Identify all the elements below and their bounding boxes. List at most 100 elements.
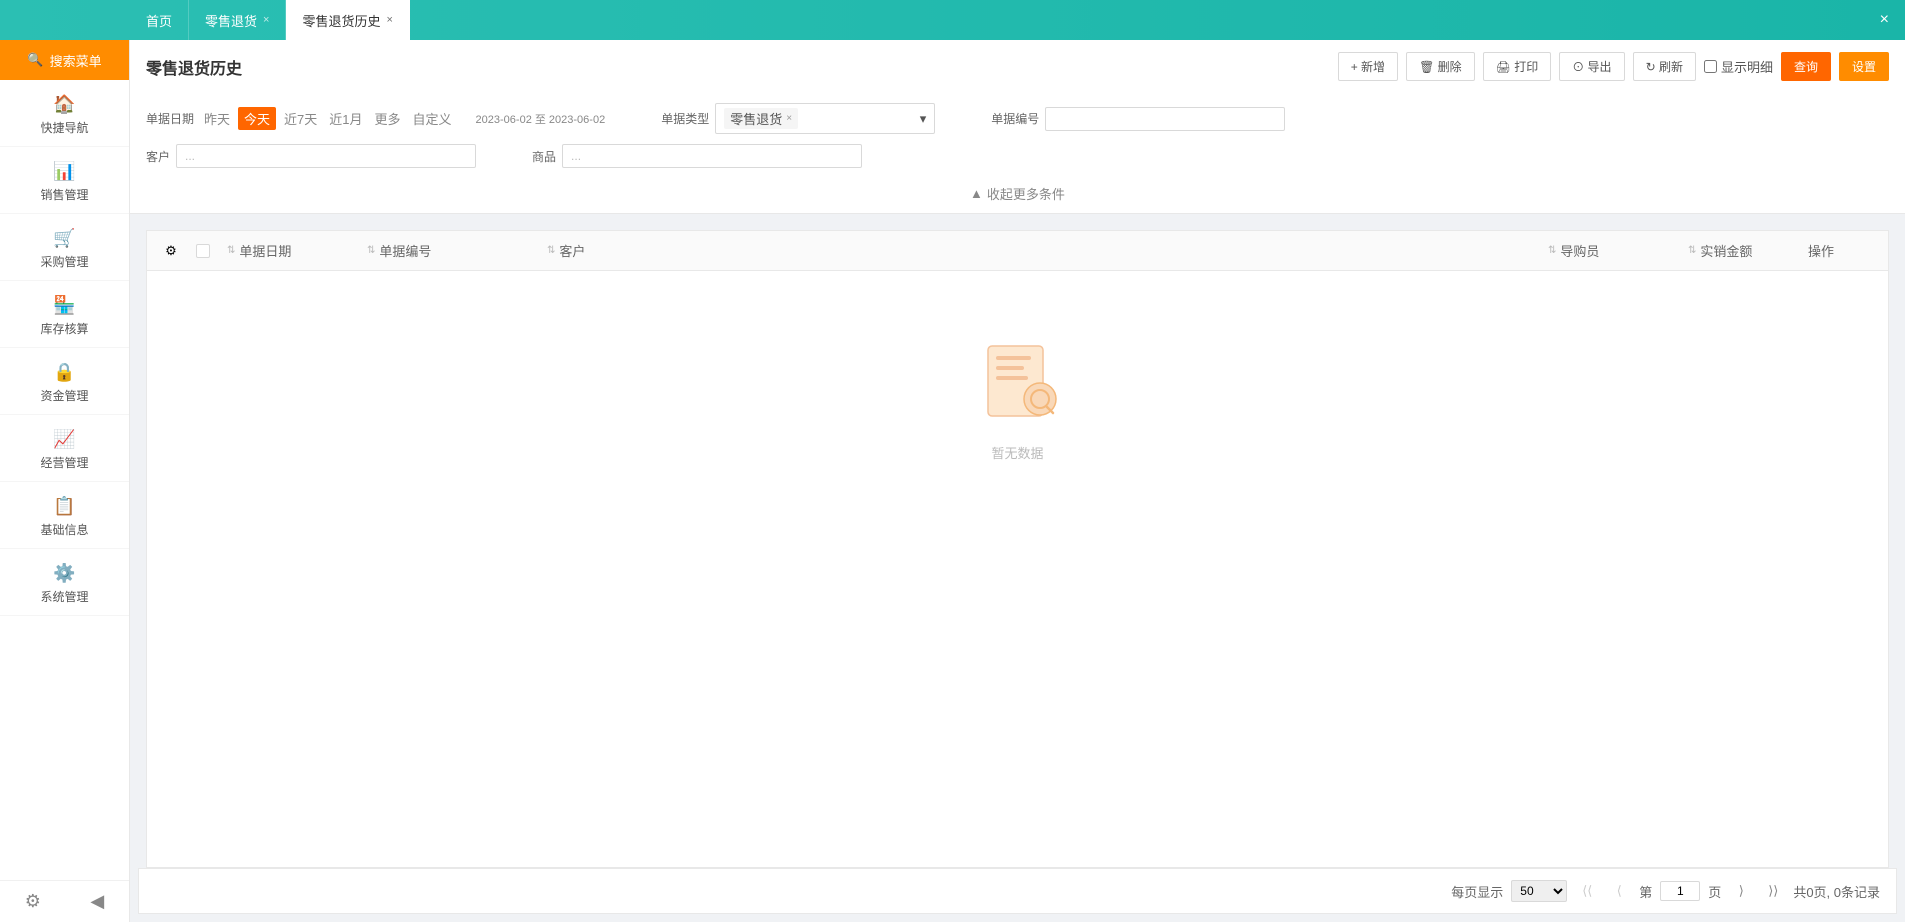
sidebar-item-quick-nav[interactable]: 🏠 快捷导航 — [0, 80, 129, 147]
first-page-button[interactable]: ⟨⟨ — [1575, 879, 1599, 903]
th-amount: ⇅ 实销金额 — [1680, 241, 1800, 260]
refresh-button[interactable]: ↻ 刷新 — [1633, 52, 1696, 81]
home-icon: 🏠 — [53, 94, 75, 115]
content-area: 零售退货历史 + 新增 🗑 删除 🖨 打印 ⊙ 导出 ↻ 刷新 显示明细 查询 … — [130, 40, 1905, 922]
sidebar-item-basic-info[interactable]: 📋 基础信息 — [0, 482, 129, 549]
tab-home[interactable]: 首页 — [130, 0, 189, 40]
system-icon: ⚙️ — [53, 563, 75, 584]
voucher-type-filter: 单据类型 零售退货 × ▾ — [661, 103, 935, 134]
next-page-button[interactable]: ⟩ — [1729, 879, 1753, 903]
sidebar-item-system[interactable]: ⚙️ 系统管理 — [0, 549, 129, 616]
total-records: 共0页, 0条记录 — [1793, 882, 1880, 901]
date-option-last7[interactable]: 近7天 — [280, 107, 321, 130]
date-filter-label: 单据日期 — [146, 110, 194, 127]
select-all-checkbox[interactable] — [196, 244, 210, 258]
close-tab-retail-return-history[interactable]: × — [386, 14, 392, 26]
settings-bottom-icon[interactable]: ⚙ — [25, 891, 41, 912]
export-button[interactable]: ⊙ 导出 — [1559, 52, 1624, 81]
sidebar-item-operation[interactable]: 📈 经营管理 — [0, 415, 129, 482]
pagination-footer: 每页显示 50 10 20 100 ⟨⟨ ⟨ 第 页 ⟩ ⟩⟩ 共0页, 0条记… — [138, 868, 1897, 914]
table-settings-icon[interactable]: ⚙ — [165, 243, 177, 259]
goods-label: 商品 — [532, 148, 556, 165]
empty-text: 暂无数据 — [991, 443, 1043, 462]
settings-button[interactable]: 设置 — [1839, 52, 1889, 81]
sales-icon: 📊 — [53, 161, 75, 182]
page-suffix: 页 — [1708, 882, 1721, 901]
th-customer: ⇅ 客户 — [539, 241, 1540, 260]
date-range-display: 2023-06-02 至 2023-06-02 — [476, 111, 606, 127]
sort-icon-guide[interactable]: ⇅ — [1548, 245, 1556, 256]
sort-icon-voucher[interactable]: ⇅ — [367, 245, 375, 256]
chevron-down-icon: ▾ — [920, 111, 927, 127]
per-page-label: 每页显示 — [1451, 882, 1503, 901]
sidebar: 🔍 搜索菜单 🏠 快捷导航 📊 销售管理 🛒 采购管理 🏪 库存核算 🔒 资金管… — [0, 40, 130, 922]
date-option-more[interactable]: 更多 — [371, 107, 405, 130]
date-option-today[interactable]: 今天 — [238, 107, 276, 130]
page-label: 第 — [1639, 882, 1652, 901]
page-number-input[interactable] — [1660, 881, 1700, 901]
empty-state: 暂无数据 — [147, 271, 1888, 522]
show-detail-checkbox-label[interactable]: 显示明细 — [1704, 57, 1773, 76]
collapse-sidebar-icon[interactable]: ◀ — [90, 891, 104, 912]
tab-retail-return[interactable]: 零售退货 × — [189, 0, 286, 40]
th-date: ⇅ 单据日期 — [219, 241, 359, 260]
new-button[interactable]: + 新增 — [1338, 52, 1398, 81]
close-all-tabs[interactable]: × — [1880, 11, 1889, 29]
th-settings[interactable]: ⚙ — [155, 243, 187, 259]
voucher-type-tag-close[interactable]: × — [786, 113, 792, 124]
operation-icon: 📈 — [53, 429, 75, 450]
print-button[interactable]: 🖨 打印 — [1483, 52, 1552, 81]
date-options: 昨天 今天 近7天 近1月 更多 自定义 — [200, 107, 456, 130]
query-button[interactable]: 查询 — [1781, 52, 1831, 81]
voucher-no-label: 单据编号 — [991, 110, 1039, 127]
date-option-yesterday[interactable]: 昨天 — [200, 107, 234, 130]
sort-icon-amount[interactable]: ⇅ — [1688, 245, 1696, 256]
table-header: ⚙ ⇅ 单据日期 ⇅ 单据编号 ⇅ 客户 — [147, 231, 1888, 271]
toolbar: + 新增 🗑 删除 🖨 打印 ⊙ 导出 ↻ 刷新 显示明细 查询 设置 — [1338, 52, 1889, 81]
customer-select[interactable]: ... — [176, 144, 476, 168]
collapse-row: ▲ 收起更多条件 — [146, 178, 1889, 213]
collapse-icon: ▲ — [970, 186, 983, 201]
inventory-icon: 🏪 — [53, 295, 75, 316]
date-option-custom[interactable]: 自定义 — [409, 107, 456, 130]
per-page-select[interactable]: 50 10 20 100 — [1511, 880, 1567, 902]
basic-info-icon: 📋 — [53, 496, 75, 517]
tab-retail-return-history[interactable]: 零售退货历史 × — [286, 0, 409, 40]
filter-area: 单据日期 昨天 今天 近7天 近1月 更多 自定义 2023-06-02 至 2… — [146, 93, 1889, 213]
voucher-type-tag: 零售退货 × — [724, 108, 798, 129]
goods-select[interactable]: ... — [562, 144, 862, 168]
sort-icon-customer[interactable]: ⇅ — [547, 245, 555, 256]
collapse-button[interactable]: ▲ 收起更多条件 — [970, 184, 1065, 203]
voucher-type-select[interactable]: 零售退货 × ▾ — [715, 103, 935, 134]
main-layout: 🔍 搜索菜单 🏠 快捷导航 📊 销售管理 🛒 采购管理 🏪 库存核算 🔒 资金管… — [0, 40, 1905, 922]
customer-label: 客户 — [146, 148, 170, 165]
th-action: 操作 — [1800, 241, 1880, 260]
sidebar-item-inventory[interactable]: 🏪 库存核算 — [0, 281, 129, 348]
date-filter: 单据日期 昨天 今天 近7天 近1月 更多 自定义 — [146, 107, 456, 130]
page-title: 零售退货历史 — [146, 55, 242, 79]
empty-state-icon — [968, 331, 1068, 431]
last-page-button[interactable]: ⟩⟩ — [1761, 879, 1785, 903]
sort-icon-date[interactable]: ⇅ — [227, 245, 235, 256]
date-option-last-month[interactable]: 近1月 — [325, 107, 366, 130]
top-bar: 首页 零售退货 × 零售退货历史 × × — [0, 0, 1905, 40]
voucher-type-label: 单据类型 — [661, 110, 709, 127]
page-header: 零售退货历史 + 新增 🗑 删除 🖨 打印 ⊙ 导出 ↻ 刷新 显示明细 查询 … — [130, 40, 1905, 214]
sidebar-item-finance[interactable]: 🔒 资金管理 — [0, 348, 129, 415]
purchase-icon: 🛒 — [53, 228, 75, 249]
th-checkbox[interactable] — [187, 244, 219, 258]
sidebar-item-sales-mgmt[interactable]: 📊 销售管理 — [0, 147, 129, 214]
sidebar-search[interactable]: 🔍 搜索菜单 — [0, 40, 129, 80]
search-icon: 🔍 — [27, 52, 43, 68]
close-tab-retail-return[interactable]: × — [263, 14, 269, 26]
goods-filter: 商品 ... — [532, 144, 862, 168]
voucher-no-input[interactable] — [1045, 107, 1285, 131]
sidebar-item-purchase-mgmt[interactable]: 🛒 采购管理 — [0, 214, 129, 281]
delete-button[interactable]: 🗑 删除 — [1406, 52, 1475, 81]
table-container: ⚙ ⇅ 单据日期 ⇅ 单据编号 ⇅ 客户 — [146, 230, 1889, 868]
prev-page-button[interactable]: ⟨ — [1607, 879, 1631, 903]
voucher-no-filter: 单据编号 — [991, 107, 1285, 131]
show-detail-checkbox[interactable] — [1704, 60, 1717, 73]
customer-filter: 客户 ... — [146, 144, 476, 168]
th-guide: ⇅ 导购员 — [1540, 241, 1680, 260]
